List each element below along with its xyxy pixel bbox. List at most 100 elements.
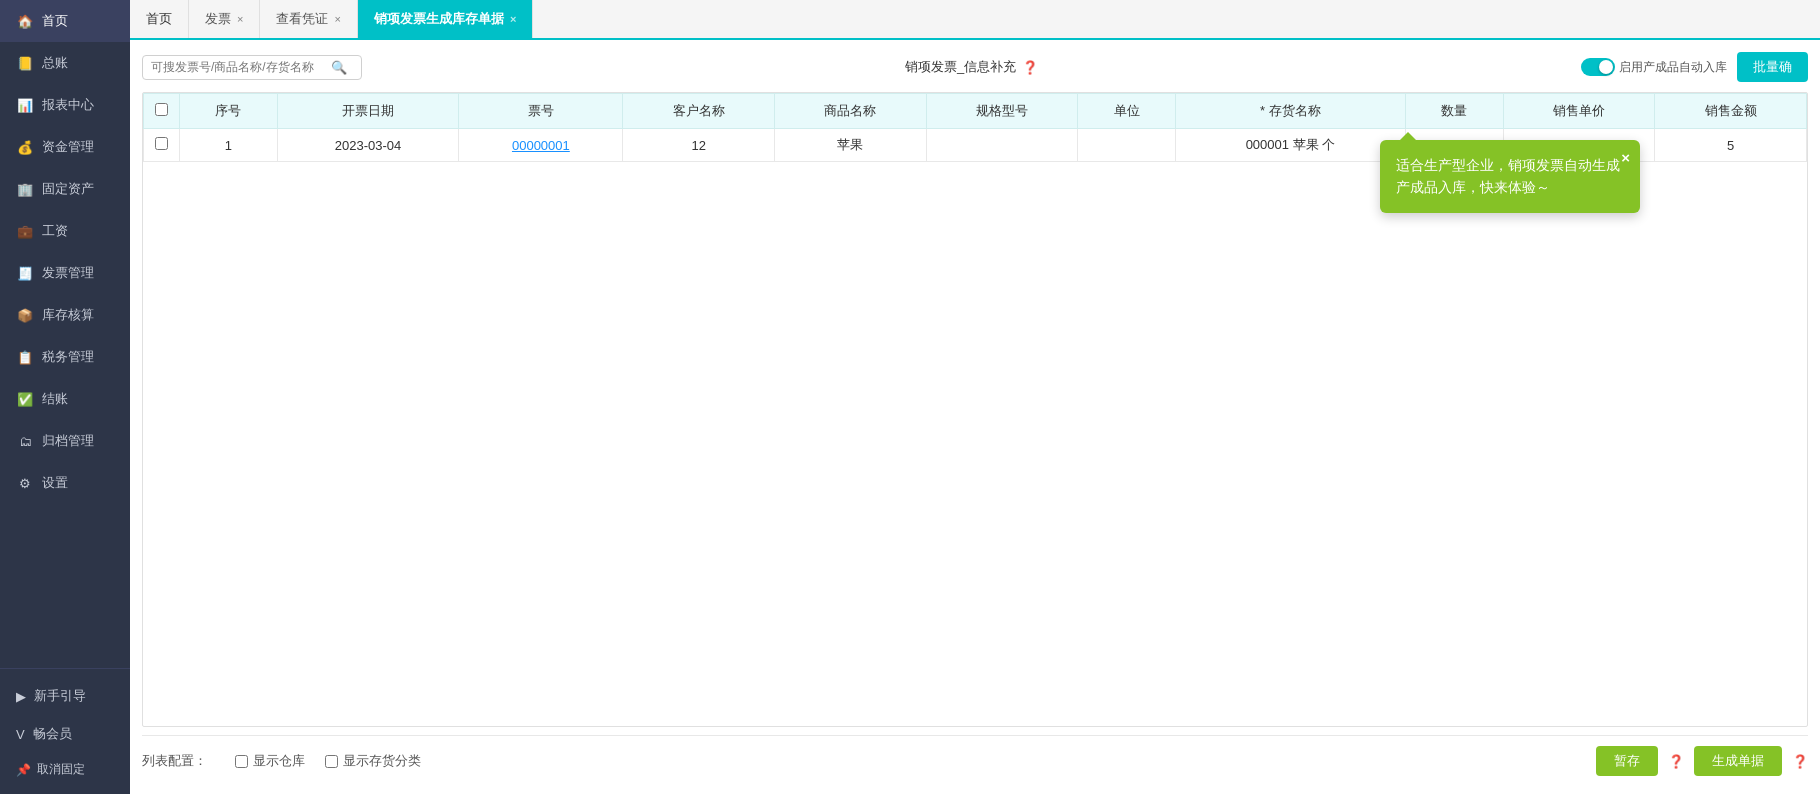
- save-help-icon[interactable]: ❓: [1668, 754, 1684, 769]
- tab-invoice-label: 发票: [205, 10, 231, 28]
- sidebar-item-label: 固定资产: [42, 180, 94, 198]
- sidebar-item-label: 发票管理: [42, 264, 94, 282]
- settings-icon: ⚙: [16, 474, 34, 492]
- closing-icon: ✅: [16, 390, 34, 408]
- td-product: 苹果: [774, 129, 926, 162]
- sidebar-item-tax[interactable]: 📋 税务管理: [0, 336, 130, 378]
- tab-home-label: 首页: [146, 10, 172, 28]
- invoice-number-link[interactable]: 00000001: [512, 138, 570, 153]
- batch-button[interactable]: 批量确: [1737, 52, 1808, 82]
- toggle-label: 启用产成品自动入库: [1619, 59, 1727, 76]
- show-category-item[interactable]: 显示存货分类: [325, 752, 421, 770]
- main-area: 首页 发票 × 查看凭证 × 销项发票生成库存单据 × 🔍 销项发票_信息补充 …: [130, 0, 1820, 794]
- show-warehouse-label: 显示仓库: [253, 752, 305, 770]
- sidebar-item-label: 设置: [42, 474, 68, 492]
- td-number: 00000001: [459, 129, 623, 162]
- pin-icon: 📌: [16, 763, 31, 777]
- config-label: 列表配置：: [142, 752, 207, 770]
- th-date: 开票日期: [277, 94, 459, 129]
- bottom-bar: 列表配置： 显示仓库 显示存货分类 暂存 ❓ 生成单据 ❓: [142, 735, 1808, 782]
- sidebar-item-ledger[interactable]: 📒 总账: [0, 42, 130, 84]
- tab-home[interactable]: 首页: [130, 0, 189, 38]
- sidebar-item-settings[interactable]: ⚙ 设置: [0, 462, 130, 504]
- sidebar-bottom-label: 新手引导: [34, 687, 86, 705]
- sidebar-item-archive[interactable]: 🗂 归档管理: [0, 420, 130, 462]
- sidebar-item-reports[interactable]: 📊 报表中心: [0, 84, 130, 126]
- sidebar-item-label: 资金管理: [42, 138, 94, 156]
- sidebar-item-label: 结账: [42, 390, 68, 408]
- funds-icon: 💰: [16, 138, 34, 156]
- td-checkbox: [144, 129, 180, 162]
- tab-invoice[interactable]: 发票 ×: [189, 0, 260, 38]
- show-warehouse-checkbox[interactable]: [235, 755, 248, 768]
- sidebar: 🏠 首页 📒 总账 📊 报表中心 💰 资金管理 🏢 固定资产 💼 工资 🧾 发票…: [0, 0, 130, 794]
- auto-warehouse-toggle[interactable]: [1581, 58, 1615, 76]
- toolbar-right: 启用产成品自动入库 批量确: [1581, 52, 1808, 82]
- td-unit: [1078, 129, 1176, 162]
- generate-button[interactable]: 生成单据: [1694, 746, 1782, 776]
- th-qty: 数量: [1405, 94, 1503, 129]
- th-customer: 客户名称: [623, 94, 775, 129]
- sidebar-item-assets[interactable]: 🏢 固定资产: [0, 168, 130, 210]
- archive-icon: 🗂: [16, 432, 34, 450]
- tab-voucher-label: 查看凭证: [276, 10, 328, 28]
- sidebar-pin-button[interactable]: 📌 取消固定: [0, 753, 130, 786]
- select-all-checkbox[interactable]: [155, 103, 168, 116]
- tooltip-popup: × 适合生产型企业，销项发票自动生成产成品入库，快来体验～: [1380, 140, 1640, 213]
- assets-icon: 🏢: [16, 180, 34, 198]
- th-price: 销售单价: [1503, 94, 1655, 129]
- td-seq: 1: [180, 129, 278, 162]
- sidebar-bottom: ▶ 新手引导 V 畅会员 📌 取消固定: [0, 668, 130, 794]
- td-date: 2023-03-04: [277, 129, 459, 162]
- sidebar-item-inventory[interactable]: 📦 库存核算: [0, 294, 130, 336]
- tab-credit-invoice-close[interactable]: ×: [510, 13, 516, 25]
- tab-voucher[interactable]: 查看凭证 ×: [260, 0, 357, 38]
- toolbar-info: 销项发票_信息补充 ❓: [370, 58, 1573, 76]
- toggle-thumb: [1599, 60, 1613, 74]
- td-customer: 12: [623, 129, 775, 162]
- sidebar-item-funds[interactable]: 💰 资金管理: [0, 126, 130, 168]
- sidebar-bottom-label: 畅会员: [33, 725, 72, 743]
- show-warehouse-item[interactable]: 显示仓库: [235, 752, 305, 770]
- tab-invoice-close[interactable]: ×: [237, 13, 243, 25]
- info-help-icon[interactable]: ❓: [1022, 60, 1038, 75]
- sidebar-item-label: 税务管理: [42, 348, 94, 366]
- td-inventory: 000001 苹果 个: [1176, 129, 1406, 162]
- sidebar-item-label: 总账: [42, 54, 68, 72]
- th-spec: 规格型号: [926, 94, 1078, 129]
- tooltip-close-button[interactable]: ×: [1621, 146, 1630, 170]
- th-number: 票号: [459, 94, 623, 129]
- guide-icon: ▶: [16, 689, 26, 704]
- search-box[interactable]: 🔍: [142, 55, 362, 80]
- tab-voucher-close[interactable]: ×: [334, 13, 340, 25]
- sidebar-item-label: 报表中心: [42, 96, 94, 114]
- vip-icon: V: [16, 727, 25, 742]
- save-button[interactable]: 暂存: [1596, 746, 1658, 776]
- table-header-row: 序号 开票日期 票号 客户名称 商品名称: [144, 94, 1807, 129]
- sidebar-item-label: 工资: [42, 222, 68, 240]
- tax-icon: 📋: [16, 348, 34, 366]
- sidebar-item-salary[interactable]: 💼 工资: [0, 210, 130, 252]
- content-area: 🔍 销项发票_信息补充 ❓ 启用产成品自动入库 批量确: [130, 40, 1820, 794]
- search-input[interactable]: [151, 60, 331, 74]
- th-checkbox: [144, 94, 180, 129]
- invoice-mgmt-icon: 🧾: [16, 264, 34, 282]
- home-icon: 🏠: [16, 12, 34, 30]
- inventory-icon: 📦: [16, 306, 34, 324]
- bottom-actions: 暂存 ❓ 生成单据 ❓: [1596, 746, 1808, 776]
- sidebar-item-guide[interactable]: ▶ 新手引导: [0, 677, 130, 715]
- sidebar-item-label: 归档管理: [42, 432, 94, 450]
- row-checkbox[interactable]: [155, 137, 168, 150]
- show-category-checkbox[interactable]: [325, 755, 338, 768]
- tab-credit-invoice-label: 销项发票生成库存单据: [374, 10, 504, 28]
- sidebar-item-closing[interactable]: ✅ 结账: [0, 378, 130, 420]
- th-unit: 单位: [1078, 94, 1176, 129]
- tab-bar: 首页 发票 × 查看凭证 × 销项发票生成库存单据 ×: [130, 0, 1820, 40]
- info-label: 销项发票_信息补充: [905, 58, 1016, 76]
- sidebar-item-vip[interactable]: V 畅会员: [0, 715, 130, 753]
- generate-help-icon[interactable]: ❓: [1792, 754, 1808, 769]
- toolbar: 🔍 销项发票_信息补充 ❓ 启用产成品自动入库 批量确: [142, 52, 1808, 82]
- tab-credit-invoice[interactable]: 销项发票生成库存单据 ×: [358, 0, 533, 38]
- sidebar-item-home[interactable]: 🏠 首页: [0, 0, 130, 42]
- sidebar-item-invoice-mgmt[interactable]: 🧾 发票管理: [0, 252, 130, 294]
